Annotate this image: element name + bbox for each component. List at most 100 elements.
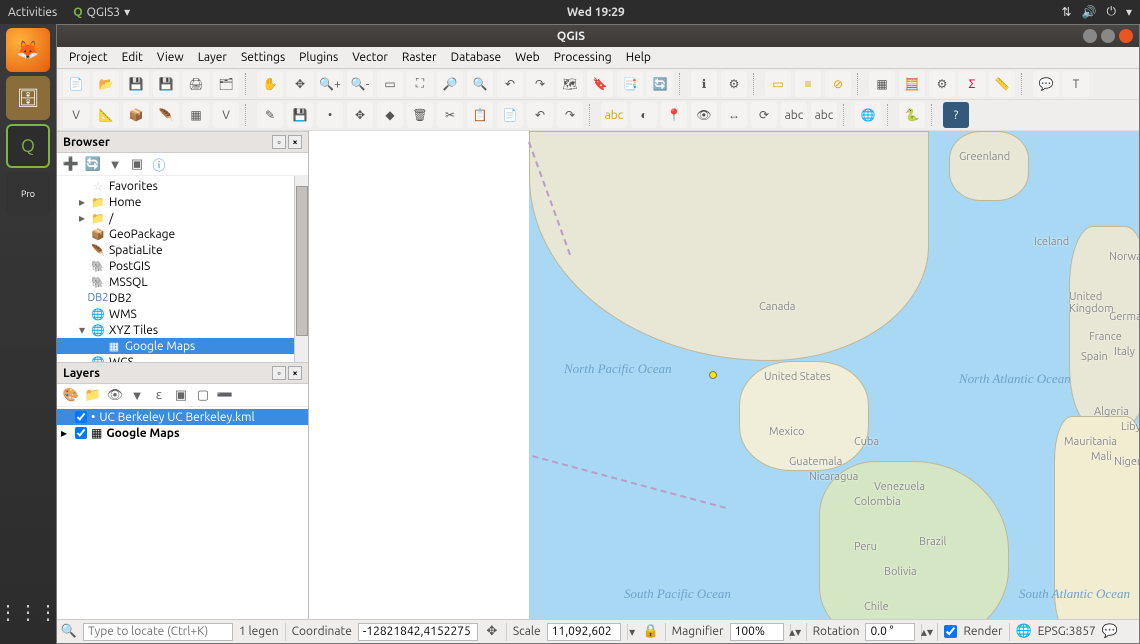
- coordinate-input[interactable]: [358, 623, 478, 641]
- zoom-native-button[interactable]: ▭: [377, 71, 403, 97]
- browser-item-wcs[interactable]: 🌐WCS: [57, 354, 308, 362]
- window-close-button[interactable]: [1119, 29, 1133, 43]
- new-bookmark-button[interactable]: 🔖: [587, 71, 613, 97]
- power-icon[interactable]: ⏻: [1106, 5, 1116, 19]
- new-memory-button[interactable]: ▦: [183, 102, 209, 128]
- label-hide-button[interactable]: 👁: [691, 102, 717, 128]
- browser-item-home[interactable]: ▸📁Home: [57, 194, 308, 210]
- launcher-apps-grid[interactable]: ⋮⋮⋮: [6, 590, 50, 634]
- rotation-input[interactable]: [865, 623, 915, 641]
- filter-browser-icon[interactable]: ▼: [107, 156, 123, 172]
- field-calc-button[interactable]: 🧮: [899, 71, 925, 97]
- map-canvas[interactable]: Greenland Iceland Norway United Kingdom …: [309, 131, 1139, 619]
- browser-item-wms[interactable]: 🌐WMS: [57, 306, 308, 322]
- window-minimize-button[interactable]: [1083, 29, 1097, 43]
- pan-map-button[interactable]: ✋: [257, 71, 283, 97]
- zoom-in-button[interactable]: 🔍+: [317, 71, 343, 97]
- browser-item-xyz-tiles[interactable]: ▾🌐XYZ Tiles: [57, 322, 308, 338]
- window-maximize-button[interactable]: [1101, 29, 1115, 43]
- toggle-edit-button[interactable]: ✎: [257, 102, 283, 128]
- scrollbar-thumb[interactable]: [296, 186, 308, 336]
- save-edits-button[interactable]: 💾: [287, 102, 313, 128]
- magnifier-stepper[interactable]: ▴▾: [790, 624, 800, 640]
- zoom-next-button[interactable]: ↷: [527, 71, 553, 97]
- add-group-icon[interactable]: 📁: [85, 387, 101, 403]
- layer-visibility-checkbox[interactable]: [75, 427, 87, 439]
- panel-undock-button[interactable]: ▫: [272, 366, 286, 380]
- browser-item-favorites[interactable]: ☆Favorites: [57, 178, 308, 194]
- copy-features-button[interactable]: 📋: [467, 102, 493, 128]
- open-project-button[interactable]: 📂: [93, 71, 119, 97]
- panel-close-button[interactable]: ×: [288, 366, 302, 380]
- menu-processing[interactable]: Processing: [548, 49, 618, 66]
- rotation-stepper[interactable]: ▴▾: [921, 624, 931, 640]
- activities-button[interactable]: Activities: [8, 6, 57, 19]
- node-tool-button[interactable]: ◆: [377, 102, 403, 128]
- expand-all-icon[interactable]: ▣: [173, 387, 189, 403]
- layer-item-uc-berkeley-uc-berkeley-kml[interactable]: •UC Berkeley UC Berkeley.kml: [57, 409, 308, 425]
- new-virtual-button[interactable]: V: [213, 102, 239, 128]
- menu-plugins[interactable]: Plugins: [293, 49, 344, 66]
- scale-dropdown[interactable]: ▾: [627, 624, 637, 640]
- new-spatialite-button[interactable]: 🪶: [153, 102, 179, 128]
- select-by-value-button[interactable]: ≡: [795, 71, 821, 97]
- label-tool-button[interactable]: abc: [601, 102, 627, 128]
- save-as-button[interactable]: 💾: [153, 71, 179, 97]
- delete-selected-button[interactable]: 🗑: [407, 102, 433, 128]
- add-feature-button[interactable]: •: [317, 102, 343, 128]
- layer-item-google-maps[interactable]: ▸▦Google Maps: [57, 425, 308, 441]
- crs-icon[interactable]: 🌐: [1016, 624, 1032, 640]
- layer-style-icon[interactable]: 🎨: [63, 387, 79, 403]
- messages-icon[interactable]: 💬: [1102, 624, 1118, 640]
- menu-edit[interactable]: Edit: [116, 49, 149, 66]
- toolbox-button[interactable]: ⚙: [929, 71, 955, 97]
- filter-legend-icon[interactable]: ▼: [129, 387, 145, 403]
- collapse-all-icon[interactable]: ▣: [129, 156, 145, 172]
- menu-layer[interactable]: Layer: [192, 49, 233, 66]
- browser-item-geopackage[interactable]: 📦GeoPackage: [57, 226, 308, 242]
- add-layer-icon[interactable]: ➕: [63, 156, 79, 172]
- browser-item-mssql[interactable]: 🐘MSSQL: [57, 274, 308, 290]
- text-annotation-button[interactable]: T: [1063, 71, 1089, 97]
- session-chevron-icon[interactable]: ▾: [1126, 5, 1132, 19]
- maptips-button[interactable]: 💬: [1033, 71, 1059, 97]
- expand-icon[interactable]: ▸: [61, 426, 71, 440]
- menu-project[interactable]: Project: [63, 49, 114, 66]
- layers-tree[interactable]: •UC Berkeley UC Berkeley.kml▸▦Google Map…: [57, 407, 308, 608]
- statistics-button[interactable]: Σ: [959, 71, 985, 97]
- zoom-layer-button[interactable]: 🔍: [467, 71, 493, 97]
- measure-button[interactable]: 📏: [989, 71, 1015, 97]
- browser-item-postgis[interactable]: 🐘PostGIS: [57, 258, 308, 274]
- browser-scrollbar[interactable]: [294, 176, 308, 362]
- redo-button[interactable]: ↷: [557, 102, 583, 128]
- refresh-button[interactable]: 🔄: [647, 71, 673, 97]
- action-button[interactable]: ⚙: [721, 71, 747, 97]
- new-print-layout-button[interactable]: 🖨: [183, 71, 209, 97]
- scale-input[interactable]: [547, 623, 621, 641]
- scale-lock-icon[interactable]: 🔒: [643, 624, 659, 640]
- menu-settings[interactable]: Settings: [235, 49, 291, 66]
- remove-layer-icon[interactable]: ➖: [217, 387, 233, 403]
- menu-help[interactable]: Help: [620, 49, 657, 66]
- pan-to-selection-button[interactable]: ✥: [287, 71, 313, 97]
- python-console-button[interactable]: 🐍: [899, 102, 925, 128]
- deselect-button[interactable]: ⊘: [825, 71, 851, 97]
- crs-label[interactable]: EPSG:3857: [1038, 625, 1096, 638]
- new-map-view-button[interactable]: 🗺: [557, 71, 583, 97]
- coordinate-toggle-icon[interactable]: ✥: [484, 624, 500, 640]
- expand-icon[interactable]: ▾: [77, 323, 87, 337]
- menu-vector[interactable]: Vector: [346, 49, 394, 66]
- label-change-button[interactable]: abc: [781, 102, 807, 128]
- manage-visibility-icon[interactable]: 👁: [107, 387, 123, 403]
- undo-button[interactable]: ↶: [527, 102, 553, 128]
- expand-icon[interactable]: ▸: [77, 211, 87, 225]
- add-vector-button[interactable]: V: [63, 102, 89, 128]
- label-props-button[interactable]: abc: [811, 102, 837, 128]
- paste-features-button[interactable]: 📄: [497, 102, 523, 128]
- select-features-button[interactable]: ▭: [765, 71, 791, 97]
- cut-features-button[interactable]: ✂: [437, 102, 463, 128]
- panel-close-button[interactable]: ×: [288, 135, 302, 149]
- launcher-google-earth[interactable]: Pro: [6, 172, 50, 216]
- expression-filter-icon[interactable]: ε: [151, 387, 167, 403]
- window-titlebar[interactable]: QGIS: [57, 25, 1139, 47]
